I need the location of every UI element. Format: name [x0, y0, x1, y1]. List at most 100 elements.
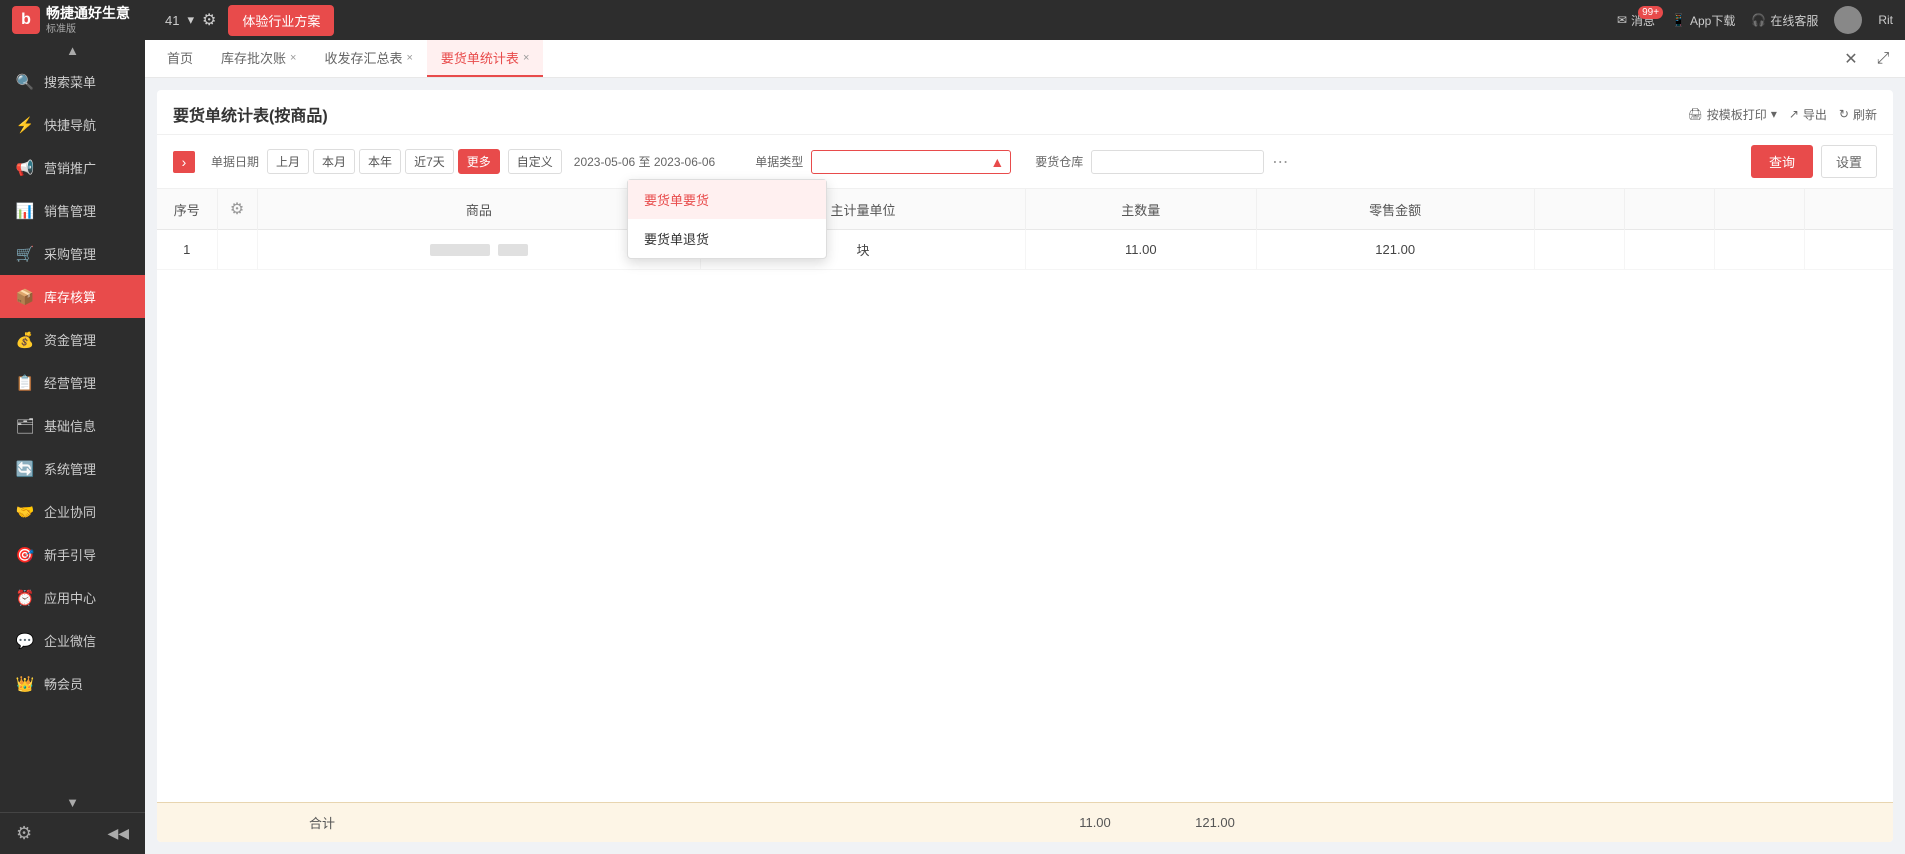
promo-button[interactable]: 体验行业方案 — [228, 5, 334, 36]
date-range-text: 2023-05-06 至 2023-06-06 — [574, 153, 715, 170]
dropdown-item-request-return[interactable]: 要货单退货 — [628, 219, 826, 258]
custom-btn[interactable]: 自定义 — [508, 149, 562, 174]
gear-icon[interactable]: ⚙ — [202, 10, 216, 30]
page-tabs-end: ✕ ⤢ — [1837, 45, 1897, 73]
dropdown-item-request-order[interactable]: 要货单要货 — [628, 180, 826, 219]
logo-icon: b — [12, 6, 40, 34]
sidebar-item-quick-nav[interactable]: ⚡ 快捷导航 — [0, 103, 145, 146]
sidebar-item-app-center[interactable]: ⏰ 应用中心 — [0, 576, 145, 619]
message-btn[interactable]: ✉ 消息 99+ — [1617, 12, 1655, 29]
sidebar-item-label: 经营管理 — [44, 373, 96, 392]
sidebar-item-inventory[interactable]: 📦 库存核算 — [0, 275, 145, 318]
online-service-btn[interactable]: 🎧 在线客服 — [1751, 12, 1818, 29]
export-btn[interactable]: ↗ 导出 — [1789, 106, 1827, 123]
guide-icon: 🎯 — [16, 546, 34, 564]
cell-extra1 — [1534, 230, 1624, 270]
sidebar-settings-icon[interactable]: ⚙ — [16, 823, 32, 844]
doc-type-input[interactable] — [818, 153, 990, 171]
data-table: 序号 ⚙ 商品 主计量单位 主数量 零售金额 — [157, 189, 1893, 270]
header-tab-count-area: 41 ▾ ⚙ — [165, 10, 216, 30]
last7days-btn[interactable]: 近7天 — [405, 149, 454, 174]
more-dates-btn[interactable]: 更多 — [458, 149, 500, 174]
sidebar-item-basic-info[interactable]: 🗂 基础信息 — [0, 404, 145, 447]
app-download-btn[interactable]: 📱 App下载 — [1671, 12, 1735, 29]
sidebar-item-marketing[interactable]: 📢 营销推广 — [0, 146, 145, 189]
tab-recv-send-summary[interactable]: 收发存汇总表 × — [310, 40, 426, 77]
tabs-close-btn[interactable]: ✕ — [1837, 45, 1865, 73]
product-code-placeholder — [498, 244, 528, 256]
current-month-btn[interactable]: 本月 — [313, 149, 355, 174]
content-area: 首页 库存批次账 × 收发存汇总表 × 要货单统计表 × ✕ ⤢ — [145, 40, 1905, 854]
sidebar-item-label: 畅会员 — [44, 674, 83, 693]
sidebar-scroll-down[interactable]: ▼ — [0, 792, 145, 812]
column-settings-icon[interactable]: ⚙ — [230, 201, 244, 218]
date-filter-group: 单据日期 上月 本月 本年 近7天 更多 自定义 2023-05-06 至 20… — [211, 149, 715, 174]
user-name: Rit — [1878, 13, 1893, 27]
col-extra1 — [1534, 189, 1624, 230]
col-extra2 — [1624, 189, 1714, 230]
tab-order-summary-close[interactable]: × — [523, 52, 529, 64]
chevron-up-icon[interactable]: ▲ — [990, 154, 1004, 170]
sidebar-item-label: 企业协同 — [44, 502, 96, 521]
refresh-btn[interactable]: ↻ 刷新 — [1839, 106, 1877, 123]
page-content: 要货单统计表(按商品) 🖨 按模板打印 ▾ ↗ 导出 ↻ — [145, 78, 1905, 854]
sidebar-item-purchase[interactable]: 🛒 采购管理 — [0, 232, 145, 275]
sidebar-item-finance[interactable]: 💰 资金管理 — [0, 318, 145, 361]
print-template-btn[interactable]: 🖨 按模板打印 ▾ — [1688, 106, 1777, 123]
tabs-expand-btn[interactable]: ⤢ — [1869, 45, 1897, 73]
sidebar-item-vip[interactable]: 👑 畅会员 — [0, 662, 145, 705]
tab-home-label: 首页 — [167, 48, 193, 67]
query-button[interactable]: 查询 — [1751, 145, 1813, 178]
app-version: 标准版 — [46, 23, 130, 36]
prev-month-btn[interactable]: 上月 — [267, 149, 309, 174]
tab-order-summary[interactable]: 要货单统计表 × — [427, 40, 543, 77]
page-title-actions: 🖨 按模板打印 ▾ ↗ 导出 ↻ 刷新 — [1688, 106, 1877, 123]
more-filters-btn[interactable]: ⋯ — [1272, 152, 1288, 172]
date-btns: 上月 本月 本年 近7天 更多 — [267, 149, 500, 174]
logo-text: 畅捷通好生意 标准版 — [46, 4, 130, 35]
doc-type-filter-group: 单据类型 ▲ — [755, 150, 1011, 174]
sidebar-item-guide[interactable]: 🎯 新手引导 — [0, 533, 145, 576]
tab-count: 41 — [165, 13, 179, 28]
chevron-down-icon[interactable]: ▾ — [187, 12, 194, 28]
sidebar-item-search[interactable]: 🔍 搜索菜单 — [0, 60, 145, 103]
online-service-label: 在线客服 — [1770, 12, 1818, 29]
tab-inventory-batch-close[interactable]: × — [290, 52, 296, 64]
sidebar-item-label: 应用中心 — [44, 588, 96, 607]
settings-button[interactable]: 设置 — [1821, 145, 1877, 178]
sidebar-item-sales[interactable]: 📊 销售管理 — [0, 189, 145, 232]
warehouse-input[interactable] — [1091, 150, 1264, 174]
sidebar-item-operations[interactable]: 📋 经营管理 — [0, 361, 145, 404]
purchase-icon: 🛒 — [16, 245, 34, 263]
tab-inventory-batch[interactable]: 库存批次账 × — [207, 40, 310, 77]
col-amount: 零售金额 — [1256, 189, 1534, 230]
enterprise-icon: 🤝 — [16, 503, 34, 521]
sidebar-item-label: 基础信息 — [44, 416, 96, 435]
top-header: b 畅捷通好生意 标准版 41 ▾ ⚙ 体验行业方案 ✉ 消息 99+ 📱 Ap… — [0, 0, 1905, 40]
sidebar-scroll-up[interactable]: ▲ — [0, 40, 145, 60]
doc-type-input-wrap: ▲ — [811, 150, 1011, 174]
tab-home[interactable]: 首页 — [153, 40, 207, 77]
cell-extra2 — [1624, 230, 1714, 270]
sidebar-item-label: 营销推广 — [44, 158, 96, 177]
sidebar-item-system[interactable]: 🔄 系统管理 — [0, 447, 145, 490]
sidebar-item-label: 新手引导 — [44, 545, 96, 564]
sidebar-item-enterprise[interactable]: 🤝 企业协同 — [0, 490, 145, 533]
col-settings-header[interactable]: ⚙ — [217, 189, 257, 230]
inventory-icon: 📦 — [16, 288, 34, 306]
product-name-placeholder — [430, 244, 490, 256]
sidebar-item-wechat[interactable]: 💬 企业微信 — [0, 619, 145, 662]
sidebar-collapse-icon[interactable]: ◀◀ — [107, 825, 129, 842]
sidebar-scroll: 🔍 搜索菜单 ⚡ 快捷导航 📢 营销推广 📊 销售管理 🛒 采购管理 📦 — [0, 60, 145, 792]
cell-amount: 121.00 — [1256, 230, 1534, 270]
tab-recv-send-close[interactable]: × — [406, 52, 412, 64]
filter-expand-btn[interactable]: › — [173, 151, 195, 173]
avatar[interactable] — [1834, 6, 1862, 34]
date-filter-label: 单据日期 — [211, 153, 259, 170]
logo-area: b 畅捷通好生意 标准版 — [12, 4, 157, 35]
sidebar-item-label: 快捷导航 — [44, 115, 96, 134]
cell-extra3 — [1714, 230, 1804, 270]
wechat-icon: 💬 — [16, 632, 34, 650]
app-download-label: App下载 — [1690, 12, 1735, 29]
current-year-btn[interactable]: 本年 — [359, 149, 401, 174]
